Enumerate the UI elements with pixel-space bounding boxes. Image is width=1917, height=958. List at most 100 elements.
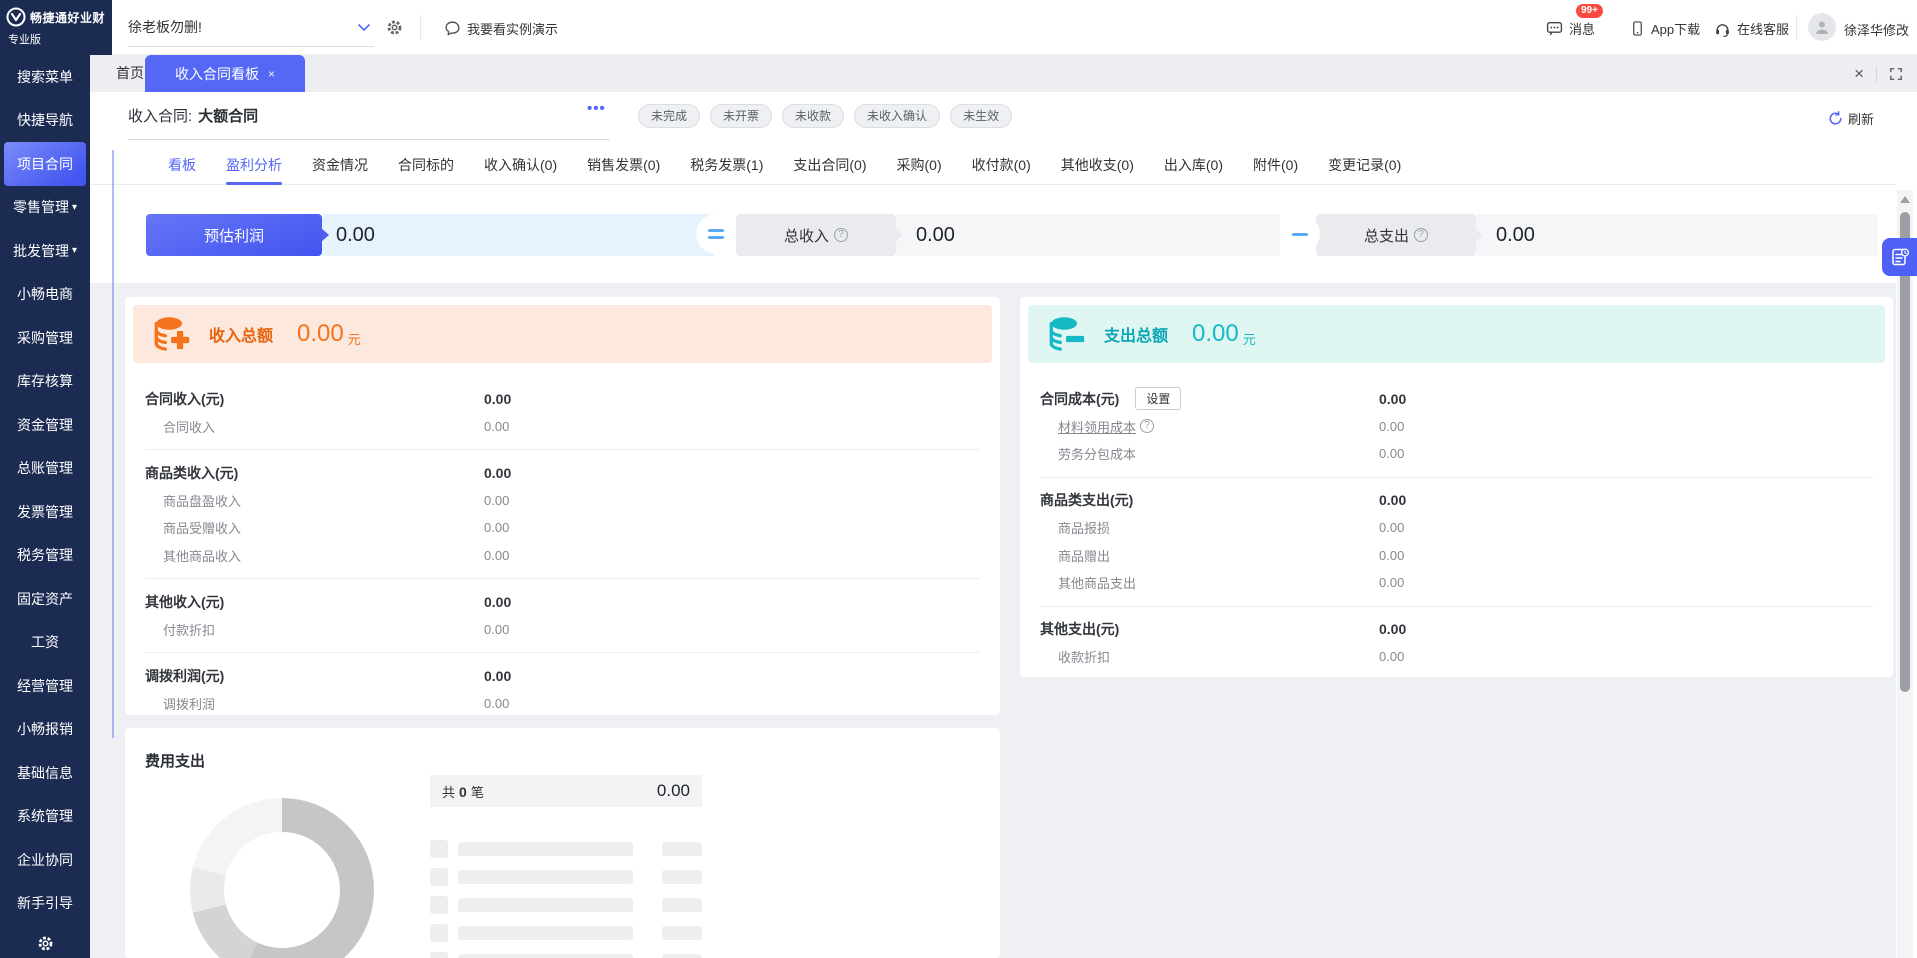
messages-button[interactable]: 消息 — [1546, 19, 1595, 38]
tab-payments[interactable]: 收付款(0) — [972, 148, 1031, 185]
coins-plus-icon — [154, 317, 190, 351]
fullscreen-icon[interactable] — [1889, 67, 1903, 81]
table-row: 商品盘盈收入 0.00 — [163, 492, 510, 509]
help-icon[interactable] — [1140, 419, 1155, 434]
material-cost-link[interactable]: 材料领用成本 — [1058, 417, 1136, 436]
person-icon — [1816, 21, 1828, 34]
income-total-title: 收入总额 — [209, 328, 274, 345]
scrollbar-thumb[interactable] — [1900, 212, 1910, 692]
sidebar-item-operations[interactable]: 经营管理 — [0, 664, 90, 708]
topbar-divider — [420, 15, 421, 40]
settings-gear-icon[interactable] — [386, 19, 403, 36]
sidebar-item-retail[interactable]: 零售管理 — [0, 186, 90, 230]
app-download-button[interactable]: App下载 — [1630, 19, 1700, 38]
row-divider — [145, 449, 980, 450]
contract-name: 大额合同 — [198, 108, 259, 125]
total-income-value: 0.00 — [916, 223, 955, 246]
table-row: 劳务分包成本 0.00 — [1058, 446, 1405, 463]
help-icon[interactable] — [834, 228, 848, 242]
sidebar-item-onboarding[interactable]: 新手引导 — [0, 882, 90, 926]
sidebar-item-quick-nav[interactable]: 快捷导航 — [0, 99, 90, 143]
tab-in-out-warehouse[interactable]: 出入库(0) — [1164, 148, 1223, 185]
sidebar-item-ecommerce[interactable]: 小畅电商 — [0, 273, 90, 317]
tab-contract-subject[interactable]: 合同标的 — [398, 148, 454, 185]
table-row: 其他商品收入 0.00 — [163, 547, 510, 564]
sidebar-item-collaboration[interactable]: 企业协同 — [0, 838, 90, 882]
tab-purchase[interactable]: 采购(0) — [897, 148, 942, 185]
avatar[interactable] — [1808, 13, 1836, 41]
sidebar-item-invoice[interactable]: 发票管理 — [0, 490, 90, 534]
total-expense-label: 总支出 — [1316, 214, 1483, 256]
refresh-button[interactable]: 刷新 — [1828, 109, 1874, 128]
tab-sales-invoice[interactable]: 销售发票(0) — [587, 148, 660, 185]
strip-divider — [1876, 65, 1877, 82]
table-row: 付款折扣 0.00 — [163, 621, 510, 638]
tab-change-log[interactable]: 变更记录(0) — [1328, 148, 1401, 185]
tab-board[interactable]: 看板 — [168, 148, 196, 185]
more-actions-icon[interactable] — [587, 100, 606, 117]
skeleton-row — [430, 840, 702, 858]
fee-count: 0 — [459, 783, 467, 800]
tab-attachments[interactable]: 附件(0) — [1253, 148, 1298, 185]
refresh-icon — [1829, 111, 1842, 125]
table-row: 调拨利润 0.00 — [163, 695, 510, 712]
sidebar-item-wholesale[interactable]: 批发管理 — [0, 229, 90, 273]
fee-summary-bar: 共0笔 0.00 — [430, 775, 702, 807]
app-logo: 畅捷通好业财 专业版 — [0, 0, 112, 55]
status-badge: 未收款 — [782, 104, 845, 128]
tab-funds-status[interactable]: 资金情况 — [312, 148, 368, 185]
table-row: 其他商品支出 0.00 — [1058, 575, 1405, 592]
side-drawer-button[interactable] — [1882, 238, 1917, 276]
equals-icon — [696, 214, 736, 254]
online-service-button[interactable]: 在线客服 — [1714, 19, 1789, 38]
sidebar-item-payroll[interactable]: 工资 — [0, 621, 90, 665]
settings-button[interactable]: 设置 — [1135, 387, 1182, 411]
scrollbar-up-arrow[interactable] — [1900, 196, 1910, 203]
workspace-select[interactable]: 徐老板勿删! — [128, 17, 374, 47]
expense-total-card: 支出总额 0.00 元 合同成本(元)设置 0.00 材料领用成本 0.00 劳… — [1020, 297, 1893, 681]
table-row: 合同收入 0.00 — [163, 418, 510, 435]
tab-expense-contract[interactable]: 支出合同(0) — [793, 148, 866, 185]
brand-edition: 专业版 — [8, 34, 41, 46]
phone-icon — [1633, 21, 1642, 36]
table-row: 商品赠出 0.00 — [1058, 547, 1405, 564]
sidebar-item-project-contract[interactable]: 项目合同 — [4, 142, 86, 186]
tab-label: 收入合同看板 — [174, 65, 259, 82]
demo-link-label: 我要看实例演示 — [467, 22, 559, 37]
accent-line — [112, 150, 114, 738]
fee-total: 0.00 — [656, 781, 690, 800]
page-title: 收入合同: 大额合同 — [128, 105, 258, 126]
document-clock-icon — [1891, 248, 1909, 266]
sidebar-item-fixed-assets[interactable]: 固定资产 — [0, 577, 90, 621]
sidebar-gear-icon[interactable] — [0, 935, 90, 952]
message-icon — [1546, 21, 1563, 36]
expense-total-header: 支出总额 0.00 元 — [1028, 305, 1885, 363]
table-row: 收款折扣 0.00 — [1058, 649, 1405, 666]
sidebar-item-tax[interactable]: 税务管理 — [0, 534, 90, 578]
tab-income-contract-board[interactable]: 收入合同看板 — [145, 55, 305, 92]
tab-tax-invoice[interactable]: 税务发票(1) — [690, 148, 763, 185]
demo-link[interactable]: 我要看实例演示 — [444, 19, 558, 38]
status-badge: 未完成 — [638, 104, 701, 128]
username[interactable]: 徐泽华修改 — [1844, 20, 1909, 39]
coins-minus-icon — [1049, 317, 1085, 351]
table-row: 商品类支出(元) 0.00 — [1040, 492, 1407, 509]
tab-close-icon[interactable] — [268, 67, 275, 81]
sidebar-item-inventory[interactable]: 库存核算 — [0, 360, 90, 404]
sidebar-item-purchasing[interactable]: 采购管理 — [0, 316, 90, 360]
tab-other-income-expense[interactable]: 其他收支(0) — [1061, 148, 1134, 185]
tab-profit-analysis[interactable]: 盈利分析 — [226, 148, 282, 185]
sidebar-item-reimbursement[interactable]: 小畅报销 — [0, 708, 90, 752]
skeleton-row — [430, 868, 702, 886]
estimated-profit-button[interactable]: 预估利润 — [146, 214, 329, 256]
sidebar-item-base-info[interactable]: 基础信息 — [0, 751, 90, 795]
sidebar-item-search-menu[interactable]: 搜索菜单 — [0, 55, 90, 99]
table-row: 商品报损 0.00 — [1058, 520, 1405, 537]
close-all-icon[interactable] — [1854, 64, 1864, 84]
sidebar-item-funds[interactable]: 资金管理 — [0, 403, 90, 447]
tab-income-confirm[interactable]: 收入确认(0) — [484, 148, 557, 185]
status-badge: 未收入确认 — [854, 104, 941, 128]
help-icon[interactable] — [1414, 228, 1428, 242]
sidebar-item-general-ledger[interactable]: 总账管理 — [0, 447, 90, 491]
sidebar-item-system[interactable]: 系统管理 — [0, 795, 90, 839]
